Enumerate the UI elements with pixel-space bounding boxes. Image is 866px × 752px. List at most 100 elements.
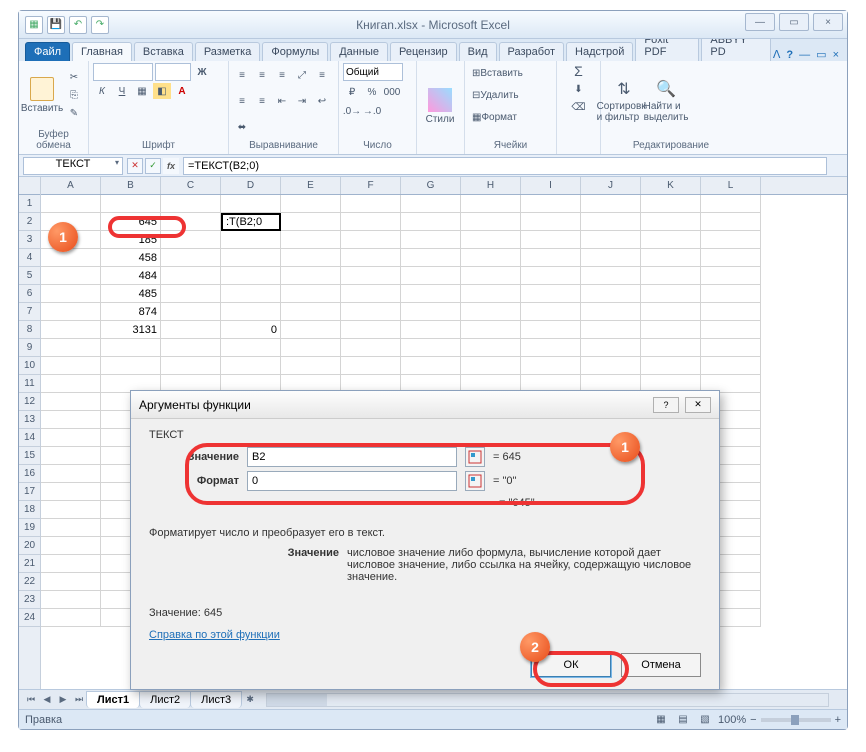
cell-J8[interactable]: [581, 321, 641, 339]
cell-K9[interactable]: [641, 339, 701, 357]
arg2-ref-icon[interactable]: [465, 471, 485, 491]
cell-I10[interactable]: [521, 357, 581, 375]
cell-A23[interactable]: [41, 591, 101, 609]
cell-L2[interactable]: [701, 213, 761, 231]
indent-dec-icon[interactable]: ⇤: [273, 93, 291, 109]
italic-button[interactable]: К: [93, 83, 111, 99]
view-layout-icon[interactable]: ▤: [674, 712, 692, 728]
paste-button[interactable]: Вставить: [23, 69, 61, 123]
cell-H9[interactable]: [461, 339, 521, 357]
row-header[interactable]: 19: [19, 519, 40, 537]
sheet-tab-2[interactable]: Лист2: [139, 691, 191, 708]
cell-E1[interactable]: [281, 195, 341, 213]
cell-A11[interactable]: [41, 375, 101, 393]
cell-A17[interactable]: [41, 483, 101, 501]
cell-H7[interactable]: [461, 303, 521, 321]
arg2-input[interactable]: [247, 471, 457, 491]
cell-J4[interactable]: [581, 249, 641, 267]
autosum-icon[interactable]: Σ: [570, 63, 588, 79]
cell-A3[interactable]: [41, 231, 101, 249]
column-header[interactable]: I: [521, 177, 581, 194]
cell-A16[interactable]: [41, 465, 101, 483]
cell-J7[interactable]: [581, 303, 641, 321]
cell-A20[interactable]: [41, 537, 101, 555]
cell-I3[interactable]: [521, 231, 581, 249]
fill-icon[interactable]: ◧: [153, 83, 171, 99]
cell-F8[interactable]: [341, 321, 401, 339]
cell-J2[interactable]: [581, 213, 641, 231]
inc-dec-icon[interactable]: .0→: [343, 103, 361, 119]
cell-F1[interactable]: [341, 195, 401, 213]
row-header[interactable]: 2: [19, 213, 40, 231]
cell-L3[interactable]: [701, 231, 761, 249]
cell-C6[interactable]: [161, 285, 221, 303]
row-header[interactable]: 7: [19, 303, 40, 321]
cell-G8[interactable]: [401, 321, 461, 339]
cell-C9[interactable]: [161, 339, 221, 357]
sheet-tab-3[interactable]: Лист3: [190, 691, 242, 708]
cell-C8[interactable]: [161, 321, 221, 339]
cell-B9[interactable]: [101, 339, 161, 357]
cell-G2[interactable]: [401, 213, 461, 231]
cell-A24[interactable]: [41, 609, 101, 627]
column-header[interactable]: L: [701, 177, 761, 194]
row-header[interactable]: 4: [19, 249, 40, 267]
row-header[interactable]: 1: [19, 195, 40, 213]
cell-L6[interactable]: [701, 285, 761, 303]
cell-J1[interactable]: [581, 195, 641, 213]
bold-button[interactable]: Ж: [193, 64, 211, 80]
cell-B4[interactable]: 458: [101, 249, 161, 267]
cell-A8[interactable]: [41, 321, 101, 339]
dec-dec-icon[interactable]: →.0: [363, 103, 381, 119]
cell-H3[interactable]: [461, 231, 521, 249]
indent-inc-icon[interactable]: ⇥: [293, 93, 311, 109]
column-header[interactable]: E: [281, 177, 341, 194]
enter-formula-icon[interactable]: ✓: [145, 158, 161, 174]
row-header[interactable]: 8: [19, 321, 40, 339]
maximize-button[interactable]: ▭: [779, 13, 809, 31]
cell-G6[interactable]: [401, 285, 461, 303]
cell-C7[interactable]: [161, 303, 221, 321]
cell-J6[interactable]: [581, 285, 641, 303]
cell-H6[interactable]: [461, 285, 521, 303]
delete-cells-button[interactable]: ⊟ Удалить: [469, 85, 522, 105]
cell-B7[interactable]: 874: [101, 303, 161, 321]
row-header[interactable]: 17: [19, 483, 40, 501]
fontcolor-icon[interactable]: A: [173, 83, 191, 99]
workbook-close-icon[interactable]: ×: [833, 49, 839, 61]
cell-B8[interactable]: 3131: [101, 321, 161, 339]
cell-B3[interactable]: 185: [101, 231, 161, 249]
orientation-icon[interactable]: ⤢: [293, 67, 311, 83]
cell-C10[interactable]: [161, 357, 221, 375]
cell-L4[interactable]: [701, 249, 761, 267]
align-center-icon[interactable]: ≡: [233, 93, 251, 109]
row-header[interactable]: 16: [19, 465, 40, 483]
font-dropdown[interactable]: [93, 63, 153, 81]
tab-developer[interactable]: Разработ: [499, 42, 564, 61]
workbook-max-icon[interactable]: ▭: [816, 48, 826, 61]
align-top-icon[interactable]: ≡: [233, 67, 251, 83]
cell-D2[interactable]: :Т(B2;0: [221, 213, 281, 231]
cell-K5[interactable]: [641, 267, 701, 285]
cell-K10[interactable]: [641, 357, 701, 375]
cell-D3[interactable]: [221, 231, 281, 249]
cell-J5[interactable]: [581, 267, 641, 285]
view-normal-icon[interactable]: ▦: [652, 712, 670, 728]
view-break-icon[interactable]: ▧: [696, 712, 714, 728]
align-right-icon[interactable]: ≡: [253, 93, 271, 109]
save-icon[interactable]: 💾: [47, 16, 65, 34]
cell-C4[interactable]: [161, 249, 221, 267]
cell-A2[interactable]: [41, 213, 101, 231]
minimize-ribbon-icon[interactable]: ᐱ: [773, 48, 781, 61]
row-header[interactable]: 13: [19, 411, 40, 429]
cell-K1[interactable]: [641, 195, 701, 213]
prev-sheet-icon[interactable]: ◀: [39, 692, 55, 708]
cell-C2[interactable]: [161, 213, 221, 231]
row-header[interactable]: 6: [19, 285, 40, 303]
new-sheet-icon[interactable]: ✱: [242, 692, 258, 708]
cell-F5[interactable]: [341, 267, 401, 285]
row-header[interactable]: 11: [19, 375, 40, 393]
cell-H2[interactable]: [461, 213, 521, 231]
tab-file[interactable]: Файл: [25, 42, 70, 61]
comma-icon[interactable]: 000: [383, 84, 401, 100]
